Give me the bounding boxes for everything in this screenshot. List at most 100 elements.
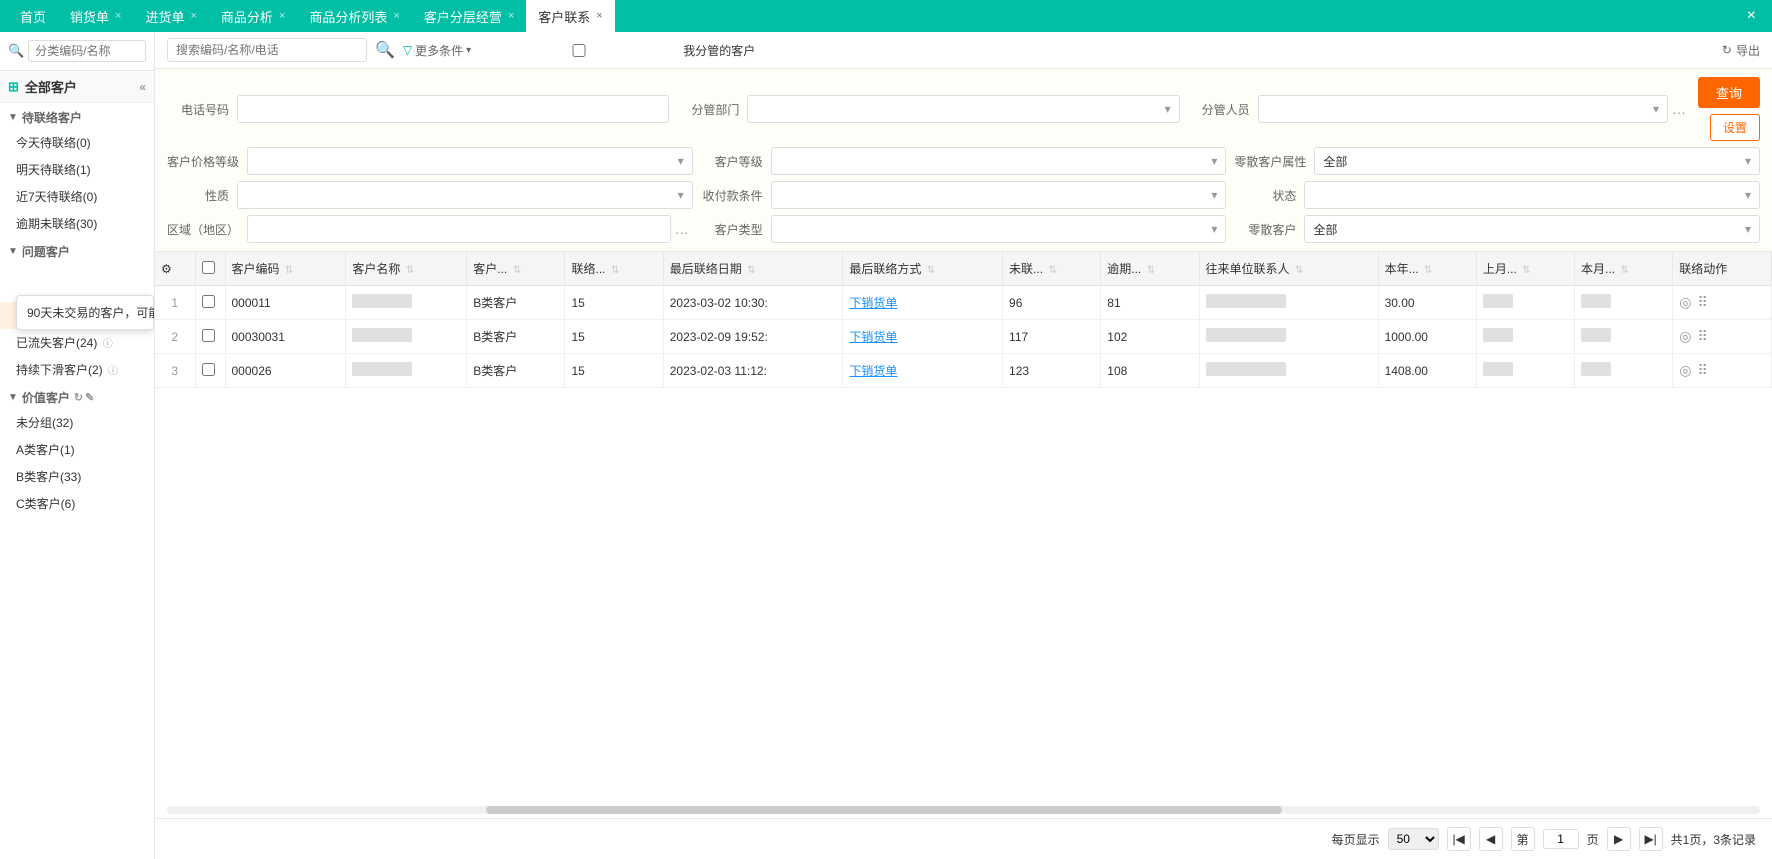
refresh-icon[interactable]: ↻ [74,391,83,404]
filter-field-payment: 收付款条件 ▾ [701,181,1227,209]
close-analysis-tab[interactable]: × [279,10,285,22]
nav-tab-customer-layer[interactable]: 客户分层经营 × [412,0,526,32]
filter-select-price-level[interactable]: ▾ [247,147,693,175]
th-code[interactable]: 客户编码 ⇅ [225,252,346,286]
query-button[interactable]: 查询 [1698,77,1760,108]
cell-checkbox[interactable] [195,320,225,354]
sidebar-item-ungrouped[interactable]: 未分组(32) [0,409,154,436]
filter-select-customer-type[interactable]: ▾ [771,215,1227,243]
th-type[interactable]: 客户... ⇅ [467,252,565,286]
page-input[interactable] [1543,829,1579,849]
th-name[interactable]: 客户名称 ⇅ [346,252,467,286]
th-last-date[interactable]: 最后联络日期 ⇅ [663,252,843,286]
prev-page-btn[interactable]: ◀ [1479,827,1503,851]
row-checkbox[interactable] [202,363,215,376]
action-contact-icon[interactable]: ◎ [1679,362,1691,379]
more-conditions-btn[interactable]: ▽ 更多条件 ▾ [403,42,471,59]
cell-last-method[interactable]: 下销货单 [843,320,1003,354]
cell-last-method[interactable]: 下销货单 [843,286,1003,320]
value-customers-label[interactable]: ▼ 价值客户 ↻ ✎ [0,383,154,409]
cell-uncontact: 96 [1003,286,1101,320]
nav-tab-purchase[interactable]: 进货单 × [133,0,208,32]
filter-label-region: 区域（地区） [167,221,247,238]
select-all-checkbox[interactable] [202,261,215,274]
close-window-icon[interactable]: × [1739,7,1764,25]
action-contact-icon[interactable]: ◎ [1679,328,1691,345]
export-btn[interactable]: ↻ 导出 [1722,42,1760,59]
sidebar-item-a-class[interactable]: A类客户(1) [0,436,154,463]
close-analysis-list-tab[interactable]: × [393,10,399,22]
pending-contact-label[interactable]: ▼ 待联络客户 [0,103,154,129]
nav-tab-sales[interactable]: 销货单 × [58,0,133,32]
th-contact[interactable]: 联络... ⇅ [565,252,663,286]
method-link[interactable]: 下销货单 [849,364,897,378]
nav-tab-customer-contact[interactable]: 客户联系 × [526,0,614,32]
filter-select-nature[interactable]: ▾ [237,181,693,209]
next-page-btn[interactable]: ▶ [1607,827,1631,851]
filter-input-region[interactable] [247,215,671,243]
sidebar-item-today[interactable]: 今天待联络(0) [0,129,154,156]
my-customers-checkbox-label[interactable]: 我分管的客户 [479,42,755,59]
row-checkbox[interactable] [202,329,215,342]
per-page-select[interactable]: 50 100 [1388,828,1439,850]
search-input[interactable] [167,38,367,62]
filter-select-scatter-customer[interactable]: 全部 ▾ [1304,215,1760,243]
row-checkbox[interactable] [202,295,215,308]
sidebar-item-overdue[interactable]: 逾期未联络(30) [0,210,154,237]
sidebar-item-tomorrow[interactable]: 明天待联络(1) [0,156,154,183]
close-customer-contact-tab[interactable]: × [596,10,602,22]
sidebar-search-input[interactable] [28,40,146,62]
filter-select-status[interactable]: ▾ [1304,181,1760,209]
method-link[interactable]: 下销货单 [849,296,897,310]
filter-label-customer-type: 客户类型 [701,221,771,238]
th-overdue[interactable]: 逾期... ⇅ [1101,252,1199,286]
action-contact-icon[interactable]: ◎ [1679,294,1691,311]
filter-select-payment[interactable]: ▾ [771,181,1227,209]
last-page-btn[interactable]: ▶| [1639,827,1663,851]
my-customers-checkbox[interactable] [479,44,679,57]
filter-more-btn-1[interactable]: … [1668,101,1690,117]
filter-input-phone[interactable] [237,95,669,123]
filter-select-customer-level[interactable]: ▾ [771,147,1227,175]
scrollbar-thumb[interactable] [486,806,1283,814]
first-page-btn[interactable]: |◀ [1447,827,1471,851]
cell-checkbox[interactable] [195,286,225,320]
sidebar-item-7days[interactable]: 近7天待联络(0) [0,183,154,210]
th-this-month[interactable]: 本月... ⇅ [1575,252,1673,286]
settings-button[interactable]: 设置 [1710,114,1760,141]
horizontal-scrollbar[interactable] [167,806,1760,814]
cell-checkbox[interactable] [195,354,225,388]
action-more-icon[interactable]: ⠿ [1698,294,1708,311]
th-last-month[interactable]: 上月... ⇅ [1476,252,1574,286]
filter-select-person[interactable]: ▾ [1258,95,1668,123]
cell-last-method[interactable]: 下销货单 [843,354,1003,388]
edit-icon[interactable]: ✎ [85,391,94,404]
filter-select-dept[interactable]: ▾ [747,95,1179,123]
th-last-method[interactable]: 最后联络方式 ⇅ [843,252,1003,286]
cell-last-date: 2023-03-02 10:30: [663,286,843,320]
close-customer-layer-tab[interactable]: × [508,10,514,22]
sidebar-item-declining[interactable]: 持续下滑客户(2) ⓘ [0,356,154,383]
sidebar-item-c-class[interactable]: C类客户(6) [0,490,154,517]
close-purchase-tab[interactable]: × [190,10,196,22]
filter-select-scatter-attr[interactable]: 全部 ▾ [1314,147,1760,175]
th-year[interactable]: 本年... ⇅ [1378,252,1476,286]
all-customers-header[interactable]: ⊞ 全部客户 « [0,71,154,103]
action-more-icon[interactable]: ⠿ [1698,328,1708,345]
settings-icon[interactable]: ⚙ [161,262,172,276]
th-uncontact[interactable]: 未联... ⇅ [1003,252,1101,286]
filter-field-customer-level: 客户等级 ▾ [701,147,1227,175]
nav-tab-analysis-list[interactable]: 商品分析列表 × [297,0,411,32]
problem-customers-label[interactable]: ▼ 问题客户 [0,237,154,263]
nav-tab-analysis[interactable]: 商品分析 × [209,0,297,32]
th-liaison[interactable]: 往来单位联系人 ⇅ [1199,252,1378,286]
method-link[interactable]: 下销货单 [849,330,897,344]
sidebar-item-b-class[interactable]: B类客户(33) [0,463,154,490]
action-more-icon[interactable]: ⠿ [1698,362,1708,379]
cell-this-month [1575,320,1673,354]
nav-tab-home[interactable]: 首页 [8,0,58,32]
sidebar-item-churned[interactable]: 已流失客户(24) ⓘ [0,329,154,356]
filter-more-btn-2[interactable]: … [671,221,693,237]
close-sales-tab[interactable]: × [115,10,121,22]
search-btn[interactable]: 🔍 [375,40,395,60]
